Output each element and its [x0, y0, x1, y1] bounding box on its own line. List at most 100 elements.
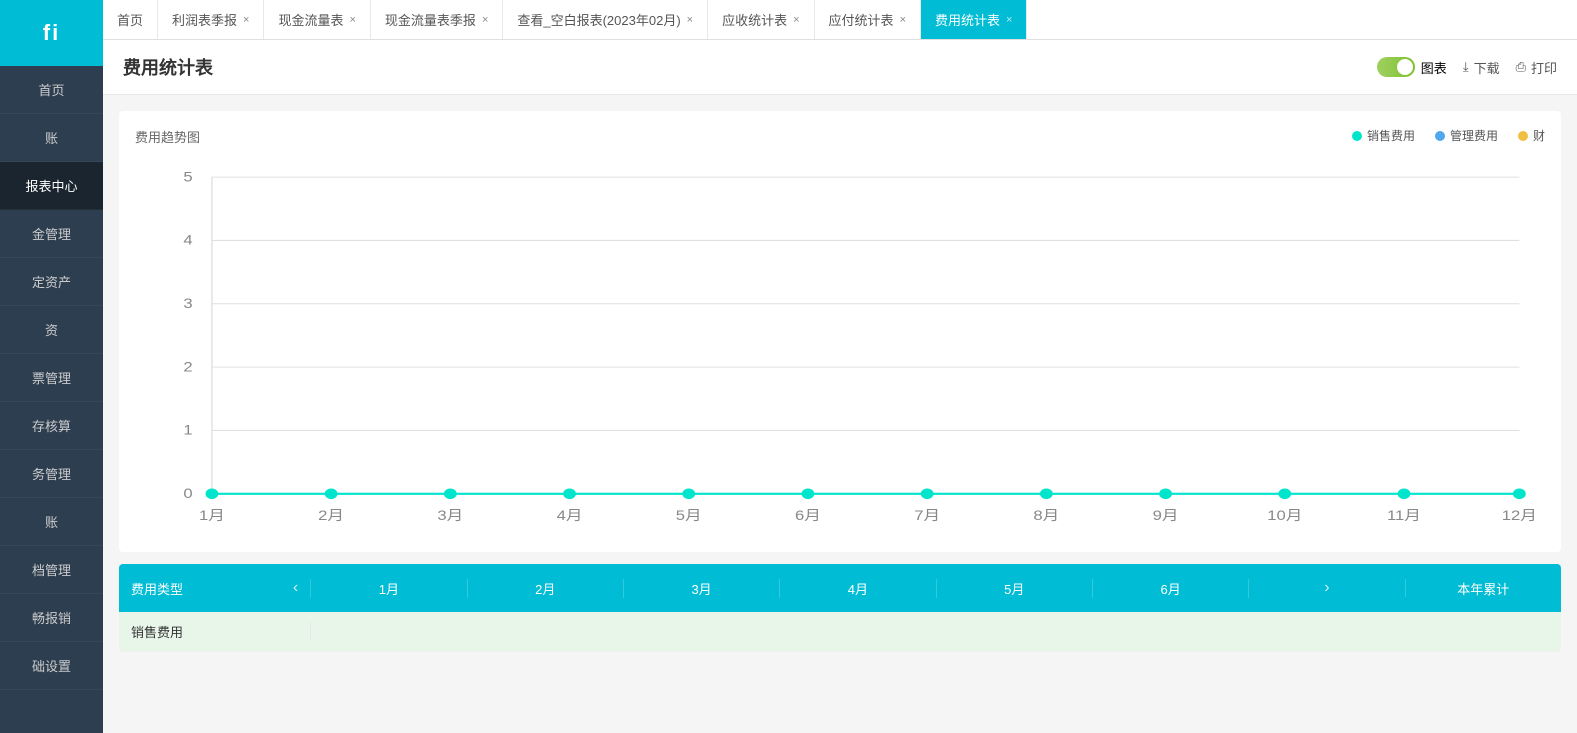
- chart-toggle-container[interactable]: 图表: [1377, 57, 1447, 77]
- th-may: 5月: [937, 579, 1093, 598]
- th-jan: 1月: [311, 579, 467, 598]
- tab-home[interactable]: 首页: [103, 0, 158, 40]
- sidebar-item-service-mgmt[interactable]: 务管理: [0, 450, 103, 498]
- main-area: 首页 利润表季报 × 现金流量表 × 现金流量表季报 × 查看_空白报表(202…: [103, 0, 1577, 733]
- tab-receivable[interactable]: 应收统计表 ×: [708, 0, 814, 40]
- th-expense-type: 费用类型 ‹: [119, 579, 311, 598]
- th-next-arrow-cell: ›: [1249, 579, 1405, 597]
- data-point: [1159, 489, 1172, 500]
- sidebar-item-archive-mgmt[interactable]: 档管理: [0, 546, 103, 594]
- legend-label-mgmt: 管理费用: [1450, 127, 1498, 144]
- sidebar-item-investment[interactable]: 资: [0, 306, 103, 354]
- svg-text:10月: 10月: [1267, 508, 1302, 523]
- data-point: [563, 489, 576, 500]
- data-point: [682, 489, 695, 500]
- legend-finance-expense: 财: [1518, 127, 1545, 144]
- svg-text:9月: 9月: [1153, 508, 1179, 523]
- header-actions: 图表 ⤓ 下载 ⎙ 打印: [1377, 57, 1557, 77]
- svg-text:3月: 3月: [437, 508, 463, 523]
- table-header: 费用类型 ‹ 1月 2月 3月 4月 5月 6月 › 本年累计: [119, 564, 1561, 612]
- data-point: [1040, 489, 1053, 500]
- th-apr: 4月: [780, 579, 936, 598]
- svg-text:6月: 6月: [795, 508, 821, 523]
- sidebar-item-inventory[interactable]: 存核算: [0, 402, 103, 450]
- prev-arrow[interactable]: ‹: [293, 579, 298, 597]
- tab-close-cashflow[interactable]: ×: [349, 14, 355, 26]
- page-header: 费用统计表 图表 ⤓ 下载 ⎙ 打印: [103, 40, 1577, 95]
- svg-text:1月: 1月: [199, 508, 225, 523]
- sidebar-item-payroll[interactable]: 账: [0, 498, 103, 546]
- data-table: 费用类型 ‹ 1月 2月 3月 4月 5月 6月 › 本年累计 销售费用: [119, 564, 1561, 652]
- svg-text:4月: 4月: [557, 508, 583, 523]
- legend-dot-sales: [1352, 131, 1362, 141]
- tab-expense[interactable]: 费用统计表 ×: [921, 0, 1027, 40]
- sidebar-item-fund-mgmt[interactable]: 金管理: [0, 210, 103, 258]
- table-row: 销售费用: [119, 612, 1561, 652]
- tab-cashflow-quarterly[interactable]: 现金流量表季报 ×: [371, 0, 503, 40]
- th-jun-label: 6月: [1160, 582, 1180, 597]
- download-button[interactable]: ⤓ 下载: [1463, 58, 1500, 77]
- tab-payable[interactable]: 应付统计表 ×: [815, 0, 921, 40]
- sidebar-item-account[interactable]: 账: [0, 114, 103, 162]
- legend-dot-finance: [1518, 131, 1528, 141]
- svg-text:11月: 11月: [1387, 508, 1421, 523]
- tab-blank-report[interactable]: 查看_空白报表(2023年02月) ×: [503, 0, 708, 40]
- sidebar-item-report-center[interactable]: 报表中心: [0, 162, 103, 210]
- legend-mgmt-expense: 管理费用: [1435, 127, 1498, 144]
- data-point: [921, 489, 934, 500]
- print-label: 打印: [1531, 58, 1557, 77]
- chart-svg: 0 1 2 3 4 5 1月 2月 3月 4月 5月 6月 7月 8月 9: [135, 156, 1545, 536]
- content-area: 费用趋势图 销售费用 管理费用 财: [103, 95, 1577, 733]
- toggle-knob: [1397, 59, 1413, 75]
- chart-toggle[interactable]: [1377, 57, 1415, 77]
- sidebar-item-fixed-assets[interactable]: 定资产: [0, 258, 103, 306]
- th-expense-type-label: 费用类型: [131, 579, 183, 598]
- sidebar-item-base-settings[interactable]: 础设置: [0, 642, 103, 690]
- chart-title: 费用趋势图: [135, 127, 1545, 146]
- chart-area: 0 1 2 3 4 5 1月 2月 3月 4月 5月 6月 7月 8月 9: [135, 156, 1545, 536]
- chart-card: 费用趋势图 销售费用 管理费用 财: [119, 111, 1561, 552]
- sidebar-logo: fi: [0, 0, 103, 66]
- data-point: [444, 489, 457, 500]
- data-point: [1513, 489, 1526, 500]
- svg-text:1: 1: [183, 423, 192, 438]
- svg-text:8月: 8月: [1033, 508, 1059, 523]
- tab-close-expense[interactable]: ×: [1006, 14, 1012, 26]
- data-point: [1278, 489, 1291, 500]
- tab-close-receivable[interactable]: ×: [793, 14, 799, 26]
- data-point: [802, 489, 815, 500]
- svg-text:2月: 2月: [318, 508, 344, 523]
- page-title: 费用统计表: [123, 54, 213, 80]
- th-mar: 3月: [624, 579, 780, 598]
- td-expense-type: 销售费用: [119, 622, 311, 641]
- sidebar-item-bill-mgmt[interactable]: 票管理: [0, 354, 103, 402]
- tab-close-cashflow-quarterly[interactable]: ×: [482, 14, 488, 26]
- svg-text:2: 2: [183, 360, 192, 375]
- toggle-label: 图表: [1421, 58, 1447, 77]
- th-ytd: 本年累计: [1406, 579, 1561, 598]
- tab-close-profit-quarterly[interactable]: ×: [243, 14, 249, 26]
- svg-text:5月: 5月: [676, 508, 702, 523]
- legend-label-finance: 财: [1533, 127, 1545, 144]
- download-label: 下载: [1474, 58, 1500, 77]
- tab-close-payable[interactable]: ×: [900, 14, 906, 26]
- next-arrow[interactable]: ›: [1324, 579, 1329, 597]
- download-icon: ⤓: [1463, 59, 1469, 75]
- tab-profit-quarterly[interactable]: 利润表季报 ×: [158, 0, 264, 40]
- th-feb: 2月: [468, 579, 624, 598]
- data-point: [325, 489, 338, 500]
- sidebar-item-home[interactable]: 首页: [0, 66, 103, 114]
- tab-cashflow[interactable]: 现金流量表 ×: [264, 0, 370, 40]
- tab-close-blank-report[interactable]: ×: [687, 14, 693, 26]
- data-point: [1398, 489, 1411, 500]
- legend-sales-expense: 销售费用: [1352, 127, 1415, 144]
- th-jun: 6月: [1093, 579, 1249, 598]
- svg-text:5: 5: [183, 170, 192, 185]
- chart-legend: 销售费用 管理费用 财: [1352, 127, 1545, 144]
- sidebar-item-sales-return[interactable]: 畅报销: [0, 594, 103, 642]
- svg-text:12月: 12月: [1502, 508, 1537, 523]
- print-icon: ⎙: [1516, 59, 1526, 75]
- svg-text:7月: 7月: [914, 508, 940, 523]
- legend-dot-mgmt: [1435, 131, 1445, 141]
- print-button[interactable]: ⎙ 打印: [1516, 58, 1557, 77]
